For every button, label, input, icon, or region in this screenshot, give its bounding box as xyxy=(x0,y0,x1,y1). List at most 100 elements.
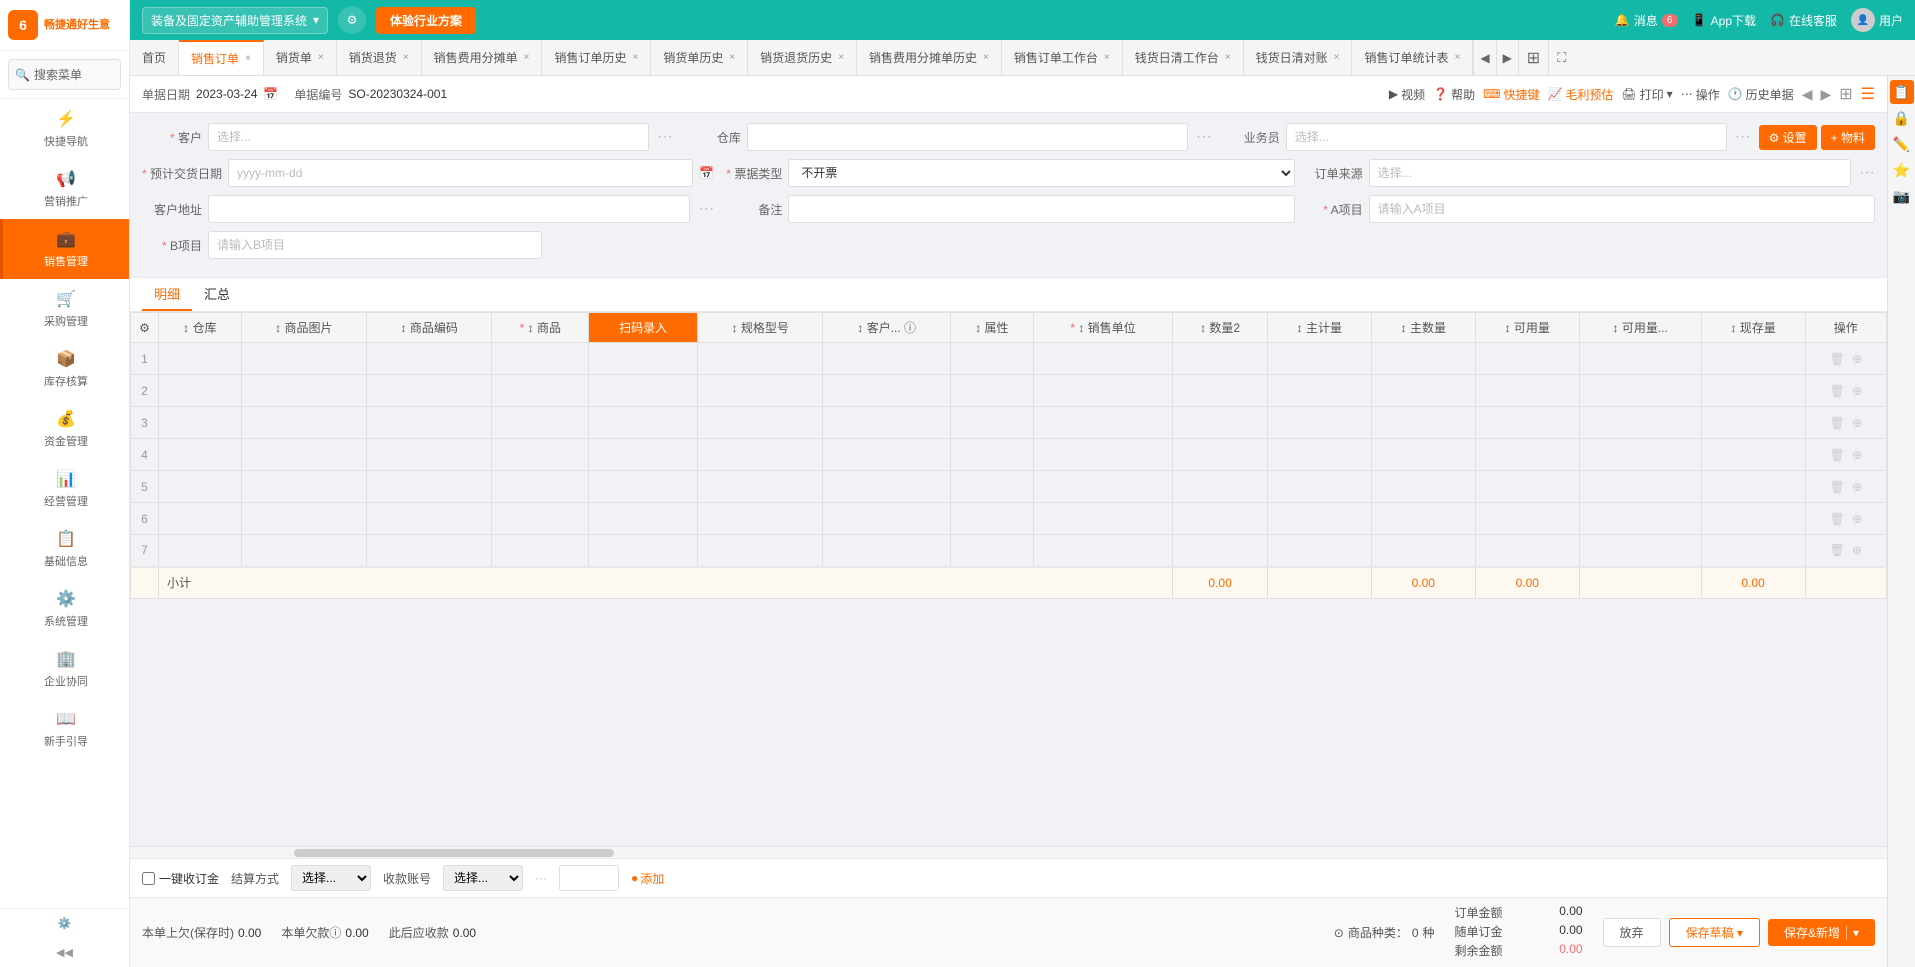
tab-sales-expense[interactable]: 销售费用分摊单 × xyxy=(422,40,543,76)
grid-view-icon[interactable]: ⊞ xyxy=(1839,84,1852,104)
save-draft-button[interactable]: 保存草稿 ▾ xyxy=(1669,918,1760,947)
b-project-input[interactable] xyxy=(208,231,542,259)
messages-btn[interactable]: 🔔 消息 6 xyxy=(1615,12,1678,29)
profit-action[interactable]: 📈 毛利预估 xyxy=(1547,86,1613,103)
col-image[interactable]: ↕ 商品图片 xyxy=(241,313,366,343)
customer-input[interactable] xyxy=(208,123,649,151)
a-project-input[interactable] xyxy=(1369,195,1875,223)
col-available[interactable]: ↕ 可用量 xyxy=(1475,313,1579,343)
right-panel-camera-icon[interactable]: 📷 xyxy=(1890,184,1914,208)
delivery-date-input[interactable] xyxy=(228,159,693,187)
scroll-thumb[interactable] xyxy=(294,849,614,857)
tab-close-icon[interactable]: × xyxy=(983,52,989,63)
row-delete-icon[interactable]: 🗑 xyxy=(1829,480,1844,494)
address-input[interactable] xyxy=(208,195,690,223)
tab-close-icon[interactable]: × xyxy=(524,52,530,63)
row-copy-icon[interactable]: ⊕ xyxy=(1852,384,1862,398)
warehouse-input[interactable]: 成品库 xyxy=(747,123,1188,151)
right-panel-config-icon[interactable]: 📋 xyxy=(1890,80,1914,104)
top-settings-button[interactable]: ⚙ xyxy=(338,6,366,34)
tab-close-icon[interactable]: × xyxy=(838,52,844,63)
system-select[interactable]: 装备及固定资产辅助管理系统 ▾ xyxy=(142,7,328,34)
sidebar-item-enterprise[interactable]: 🏢 企业协同 xyxy=(0,639,129,699)
row-delete-icon[interactable]: 🗑 xyxy=(1829,416,1844,430)
industry-btn[interactable]: 体验行业方案 xyxy=(376,7,476,34)
help-action[interactable]: ❓ 帮助 xyxy=(1433,86,1475,103)
one-click-checkbox[interactable] xyxy=(142,872,155,885)
sidebar-item-system[interactable]: ⚙️ 系统管理 xyxy=(0,579,129,639)
invoice-type-select[interactable]: 不开票 xyxy=(788,159,1294,187)
print-action[interactable]: 🖨 打印 ▾ xyxy=(1621,86,1672,103)
col-attr[interactable]: ↕ 属性 xyxy=(951,313,1034,343)
col-scan[interactable]: 扫码录入 xyxy=(589,313,698,343)
add-button[interactable]: ● 添加 xyxy=(631,870,664,887)
tab-close-icon[interactable]: × xyxy=(1334,52,1340,63)
settings-btn-form[interactable]: ⚙ 设置 xyxy=(1759,125,1817,150)
history-action[interactable]: 🕐 历史单据 xyxy=(1728,86,1794,103)
col-main-qty[interactable]: ↕ 主数量 xyxy=(1371,313,1475,343)
tab-reconcile[interactable]: 钱货日清对账 × xyxy=(1244,40,1353,76)
col-stock[interactable]: ↕ 现存量 xyxy=(1701,313,1805,343)
tab-close-icon[interactable]: × xyxy=(1104,52,1110,63)
tab-more-btn[interactable]: ⊞ xyxy=(1518,40,1548,76)
col-spec[interactable]: ↕ 规格型号 xyxy=(697,313,822,343)
list-view-icon[interactable]: ☰ xyxy=(1861,84,1875,104)
tab-close-icon[interactable]: × xyxy=(729,52,735,63)
row-delete-icon[interactable]: 🗑 xyxy=(1829,448,1844,462)
more-dots-icon[interactable]: ··· xyxy=(535,871,547,885)
tab-workbench[interactable]: 销售订单工作台 × xyxy=(1002,40,1123,76)
row-copy-icon[interactable]: ⊕ xyxy=(1852,448,1862,462)
sidebar-item-guide[interactable]: 📖 新手引导 xyxy=(0,699,129,759)
nav-next-icon[interactable]: ▶ xyxy=(1820,86,1831,103)
sidebar-item-quick-nav[interactable]: ⚡ 快捷导航 xyxy=(0,99,129,159)
col-unit[interactable]: ↕ 销售单位 xyxy=(1033,313,1173,343)
save-new-button[interactable]: 保存&新增 ▾ xyxy=(1768,919,1875,946)
tab-next-btn[interactable]: ▶ xyxy=(1496,40,1518,76)
col-warehouse[interactable]: ↕ 仓库 xyxy=(159,313,242,343)
col-product[interactable]: ↕ 商品 xyxy=(492,313,589,343)
tab-close-icon[interactable]: × xyxy=(403,52,409,63)
col-customer-code[interactable]: ↕ 客户... ⓘ xyxy=(823,313,951,343)
address-more-icon[interactable]: ··· xyxy=(698,200,714,218)
col-qty2[interactable]: ↕ 数量2 xyxy=(1173,313,1267,343)
sidebar-collapse-btn[interactable]: ◀◀ xyxy=(0,938,129,967)
tab-daily-clear[interactable]: 钱货日清工作台 × xyxy=(1123,40,1244,76)
app-download-btn[interactable]: 📱 App下载 xyxy=(1692,12,1756,29)
operations-action[interactable]: ⋯ 操作 xyxy=(1681,86,1720,103)
tab-sales-return[interactable]: 销货退货 × xyxy=(337,40,422,76)
tab-invoice-history[interactable]: 销货单历史 × xyxy=(651,40,748,76)
right-panel-edit-icon[interactable]: ✏️ xyxy=(1890,132,1914,156)
tab-close-icon[interactable]: × xyxy=(245,53,251,64)
sidebar-item-operations[interactable]: 📊 经营管理 xyxy=(0,459,129,519)
tab-sales-order[interactable]: 销售订单 × xyxy=(179,40,264,76)
calendar-small-icon[interactable]: 📅 xyxy=(699,166,714,180)
tab-detail[interactable]: 明细 xyxy=(142,278,192,311)
one-click-label[interactable]: 一键收订金 xyxy=(159,870,219,887)
col-code[interactable]: ↕ 商品编码 xyxy=(366,313,491,343)
tab-close-icon[interactable]: × xyxy=(632,52,638,63)
sidebar-item-purchase[interactable]: 🛒 采购管理 xyxy=(0,279,129,339)
order-source-more-icon[interactable]: ··· xyxy=(1859,164,1875,182)
shortcut-action[interactable]: ⌨ 快捷键 xyxy=(1483,86,1539,103)
salesman-more-icon[interactable]: ··· xyxy=(1735,128,1751,146)
row-copy-icon[interactable]: ⊕ xyxy=(1852,512,1862,526)
remarks-input[interactable] xyxy=(788,195,1294,223)
sidebar-item-financial[interactable]: 💰 资金管理 xyxy=(0,399,129,459)
tab-fullscreen-btn[interactable]: ⛶ xyxy=(1548,40,1574,76)
row-delete-icon[interactable]: 🗑 xyxy=(1829,352,1844,366)
salesman-input[interactable] xyxy=(1286,123,1727,151)
tab-prev-btn[interactable]: ◀ xyxy=(1473,40,1495,76)
row-copy-icon[interactable]: ⊕ xyxy=(1852,352,1862,366)
col-main-unit[interactable]: ↕ 主计量 xyxy=(1267,313,1371,343)
sidebar-settings-btn[interactable]: ⚙️ xyxy=(0,909,129,938)
warehouse-more-icon[interactable]: ··· xyxy=(1196,128,1212,146)
tab-close-icon[interactable]: × xyxy=(318,52,324,63)
payment-method-select[interactable]: 选择... xyxy=(291,865,371,891)
col-settings[interactable]: ⚙ xyxy=(131,313,159,343)
user-menu[interactable]: 👤 用户 xyxy=(1851,8,1903,32)
calendar-icon[interactable]: 📅 xyxy=(263,87,278,101)
horizontal-scrollbar[interactable] xyxy=(130,846,1887,858)
search-menu-button[interactable]: 🔍 搜索菜单 xyxy=(8,59,121,90)
preview-action[interactable]: ▶ 视频 xyxy=(1389,86,1425,103)
tab-sales-order-history[interactable]: 销售订单历史 × xyxy=(542,40,651,76)
